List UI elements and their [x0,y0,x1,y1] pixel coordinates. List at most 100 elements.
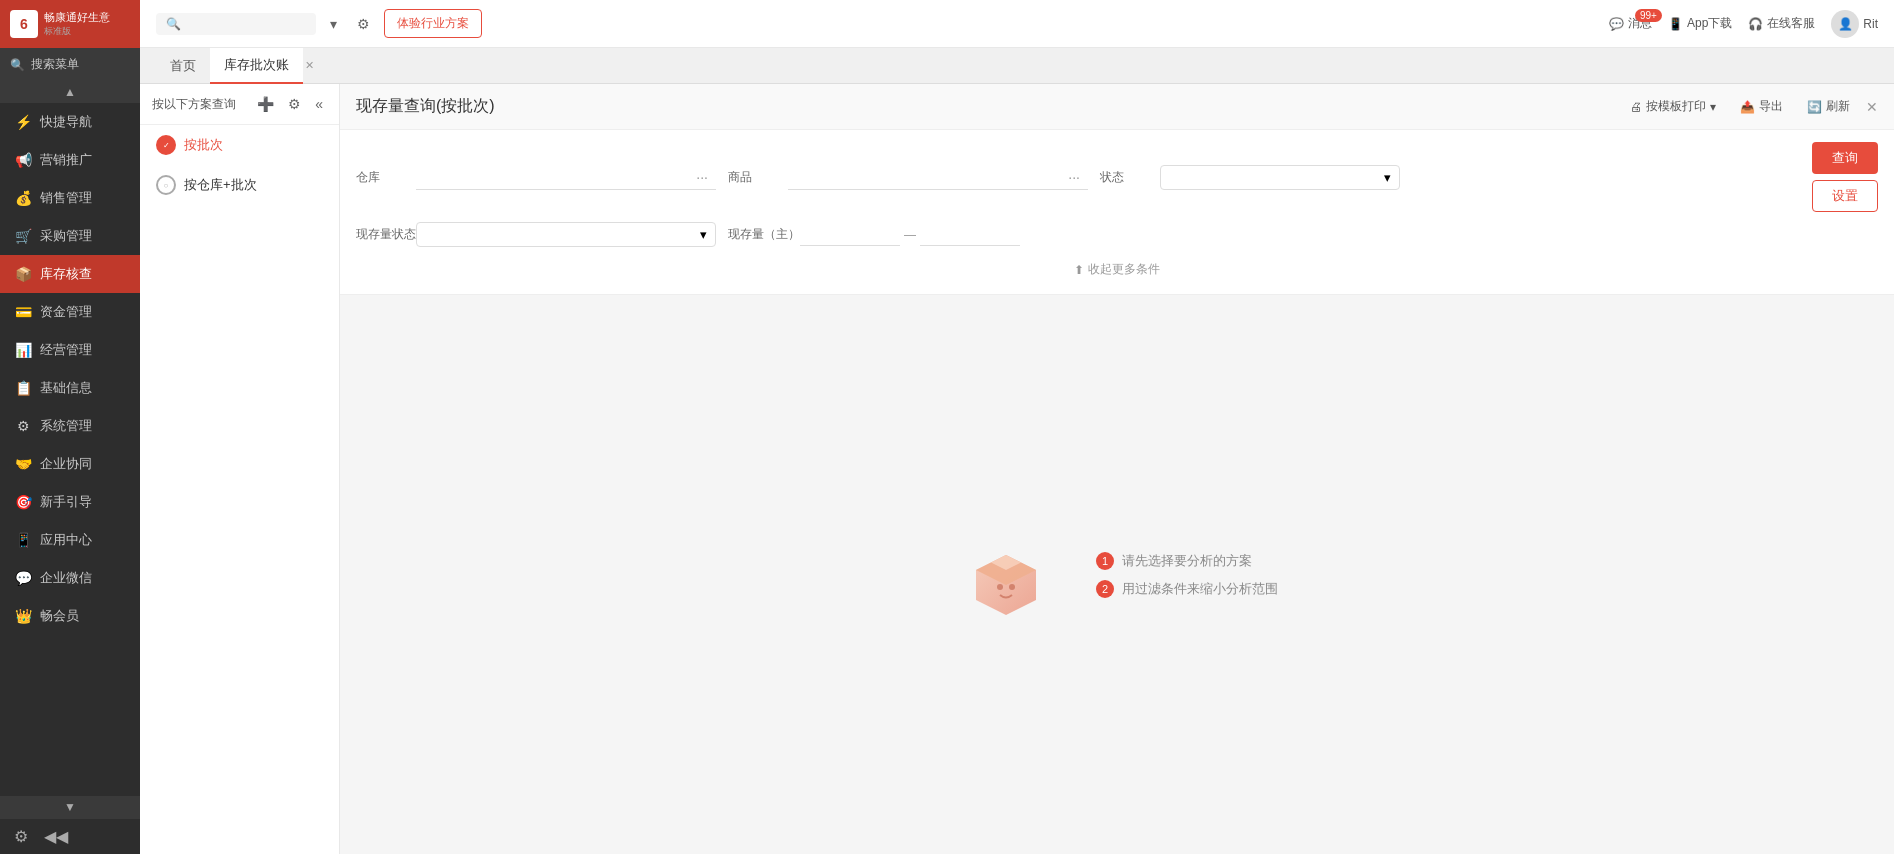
headset-icon: 🎧 [1748,17,1763,31]
marketing-icon: 📢 [14,151,32,169]
left-panel-actions: ➕ ⚙ « [253,94,327,114]
collapse-panel-btn[interactable]: « [311,94,327,114]
left-panel-title: 按以下方案查询 [152,96,236,113]
stock-qty-max-input[interactable] [920,223,1020,246]
export-btn[interactable]: 📤 导出 [1732,94,1791,119]
collapse-filter-label: 收起更多条件 [1088,261,1160,278]
stock-qty-dash: — [900,228,920,242]
sidebar-item-label: 畅会员 [40,607,79,625]
quick-nav-icon: ⚡ [14,113,32,131]
tab-home[interactable]: 首页 [156,48,210,84]
warehouse-label: 仓库 [356,169,416,186]
tab-batch[interactable]: 库存批次账 [210,48,303,84]
warehouse-input-box[interactable]: ··· [416,165,716,190]
sidebar-item-purchase[interactable]: 🛒 采购管理 [0,217,140,255]
sidebar-item-label: 系统管理 [40,417,92,435]
warehouse-input[interactable] [424,170,692,184]
close-content-btn[interactable]: ✕ [1866,99,1878,115]
plan-warehouse-batch-label: 按仓库+批次 [184,176,257,194]
industry-btn[interactable]: 体验行业方案 [384,9,482,38]
svg-point-4 [1009,584,1015,590]
empty-tip-2: 2 用过滤条件来缩小分析范围 [1096,580,1278,598]
sidebar-scroll-down[interactable]: ▼ [0,796,140,818]
add-plan-btn[interactable]: ➕ [253,94,278,114]
main-area: 🔍 ▾ ⚙ 体验行业方案 💬 消息 99+ 📱 App下载 🎧 在线客服 [140,0,1894,854]
wechat-icon: 💬 [14,569,32,587]
right-content: 现存量查询(按批次) 🖨 按模板打印 ▾ 📤 导出 🔄 刷新 [340,84,1894,854]
stock-qty-min-input[interactable] [800,223,900,246]
username-label: Rit [1863,17,1878,31]
messages-btn[interactable]: 💬 消息 99+ [1609,15,1652,32]
filter-stock-qty: 现存量（主） — [728,223,1088,246]
collapse-filter-btn[interactable]: ⬆ 收起更多条件 [356,257,1878,282]
plan-item-batch[interactable]: ✓ 按批次 [140,125,339,165]
stock-qty-label: 现存量（主） [728,226,800,243]
sidebar-item-wechat[interactable]: 💬 企业微信 [0,559,140,597]
purchase-icon: 🛒 [14,227,32,245]
app-download-btn[interactable]: 📱 App下载 [1668,15,1732,32]
sidebar-item-marketing[interactable]: 📢 营销推广 [0,141,140,179]
user-profile-btn[interactable]: 👤 Rit [1831,10,1878,38]
query-btn[interactable]: 查询 [1812,142,1878,174]
sidebar-item-apps[interactable]: 📱 应用中心 [0,521,140,559]
member-icon: 👑 [14,607,32,625]
sidebar-item-member[interactable]: 👑 畅会员 [0,597,140,635]
sidebar-item-label: 快捷导航 [40,113,92,131]
tab-batch-label: 库存批次账 [224,56,289,74]
sidebar-item-inventory[interactable]: 📦 库存核查 [0,255,140,293]
left-panel: 按以下方案查询 ➕ ⚙ « ✓ 按批次 ○ 按仓库+批次 [140,84,340,854]
basics-icon: 📋 [14,379,32,397]
newbie-icon: 🎯 [14,493,32,511]
sidebar-header: 6 畅康通好生意 标准版 [0,0,140,48]
sidebar-item-newbie[interactable]: 🎯 新手引导 [0,483,140,521]
sidebar-item-sales[interactable]: 💰 销售管理 [0,179,140,217]
refresh-icon: 🔄 [1807,100,1822,114]
topbar-left: 🔍 ▾ ⚙ 体验行业方案 [156,9,1597,38]
stock-status-arrow: ▾ [700,227,707,242]
right-header: 现存量查询(按批次) 🖨 按模板打印 ▾ 📤 导出 🔄 刷新 [340,84,1894,130]
sidebar-item-operations[interactable]: 📊 经营管理 [0,331,140,369]
stock-status-select[interactable]: ▾ [416,222,716,247]
product-input[interactable] [796,170,1064,184]
filter-product: 商品 ··· [728,165,1088,190]
search-icon: 🔍 [166,17,181,31]
product-label: 商品 [728,169,788,186]
plan-item-warehouse-batch[interactable]: ○ 按仓库+批次 [140,165,339,205]
tab-batch-close[interactable]: ✕ [303,59,316,72]
online-service-btn[interactable]: 🎧 在线客服 [1748,15,1815,32]
sidebar-item-basics[interactable]: 📋 基础信息 [0,369,140,407]
system-icon: ⚙ [14,417,32,435]
dropdown-btn[interactable]: ▾ [324,12,343,36]
sidebar-item-system[interactable]: ⚙ 系统管理 [0,407,140,445]
message-icon: 💬 [1609,17,1624,31]
settings-btn[interactable]: ⚙ [351,12,376,36]
settings-footer-btn[interactable]: ⚙ [14,827,28,846]
sidebar-search[interactable]: 🔍 搜索菜单 [0,48,140,81]
svg-point-3 [997,584,1003,590]
sidebar-item-finance[interactable]: 💳 资金管理 [0,293,140,331]
print-btn[interactable]: 🖨 按模板打印 ▾ [1622,94,1724,119]
warehouse-more-icon[interactable]: ··· [696,169,708,185]
sidebar-item-label: 新手引导 [40,493,92,511]
status-select[interactable]: ▾ [1160,165,1400,190]
collapse-sidebar-btn[interactable]: ◀◀ [44,827,68,846]
app-logo: 6 [10,10,38,38]
manage-plan-btn[interactable]: ⚙ [284,94,305,114]
refresh-btn[interactable]: 🔄 刷新 [1799,94,1858,119]
left-panel-header: 按以下方案查询 ➕ ⚙ « [140,84,339,125]
product-more-icon[interactable]: ··· [1068,169,1080,185]
print-dropdown-icon: ▾ [1710,100,1716,114]
settings-btn[interactable]: 设置 [1812,180,1878,212]
search-icon: 🔍 [10,58,25,72]
export-icon: 📤 [1740,100,1755,114]
topbar-search-box[interactable]: 🔍 [156,13,316,35]
sidebar-item-enterprise[interactable]: 🤝 企业协同 [0,445,140,483]
product-input-box[interactable]: ··· [788,165,1088,190]
sidebar-scroll-up[interactable]: ▲ [0,81,140,103]
enterprise-icon: 🤝 [14,455,32,473]
sidebar: 6 畅康通好生意 标准版 🔍 搜索菜单 ▲ ⚡ 快捷导航 📢 营销推广 💰 销售… [0,0,140,854]
sidebar-item-quick-nav[interactable]: ⚡ 快捷导航 [0,103,140,141]
empty-tips: 1 请先选择要分析的方案 2 用过滤条件来缩小分析范围 [1096,552,1278,598]
sidebar-nav: ⚡ 快捷导航 📢 营销推广 💰 销售管理 🛒 采购管理 📦 库存核查 💳 资金管… [0,103,140,796]
tip-text-1: 请先选择要分析的方案 [1122,552,1252,570]
